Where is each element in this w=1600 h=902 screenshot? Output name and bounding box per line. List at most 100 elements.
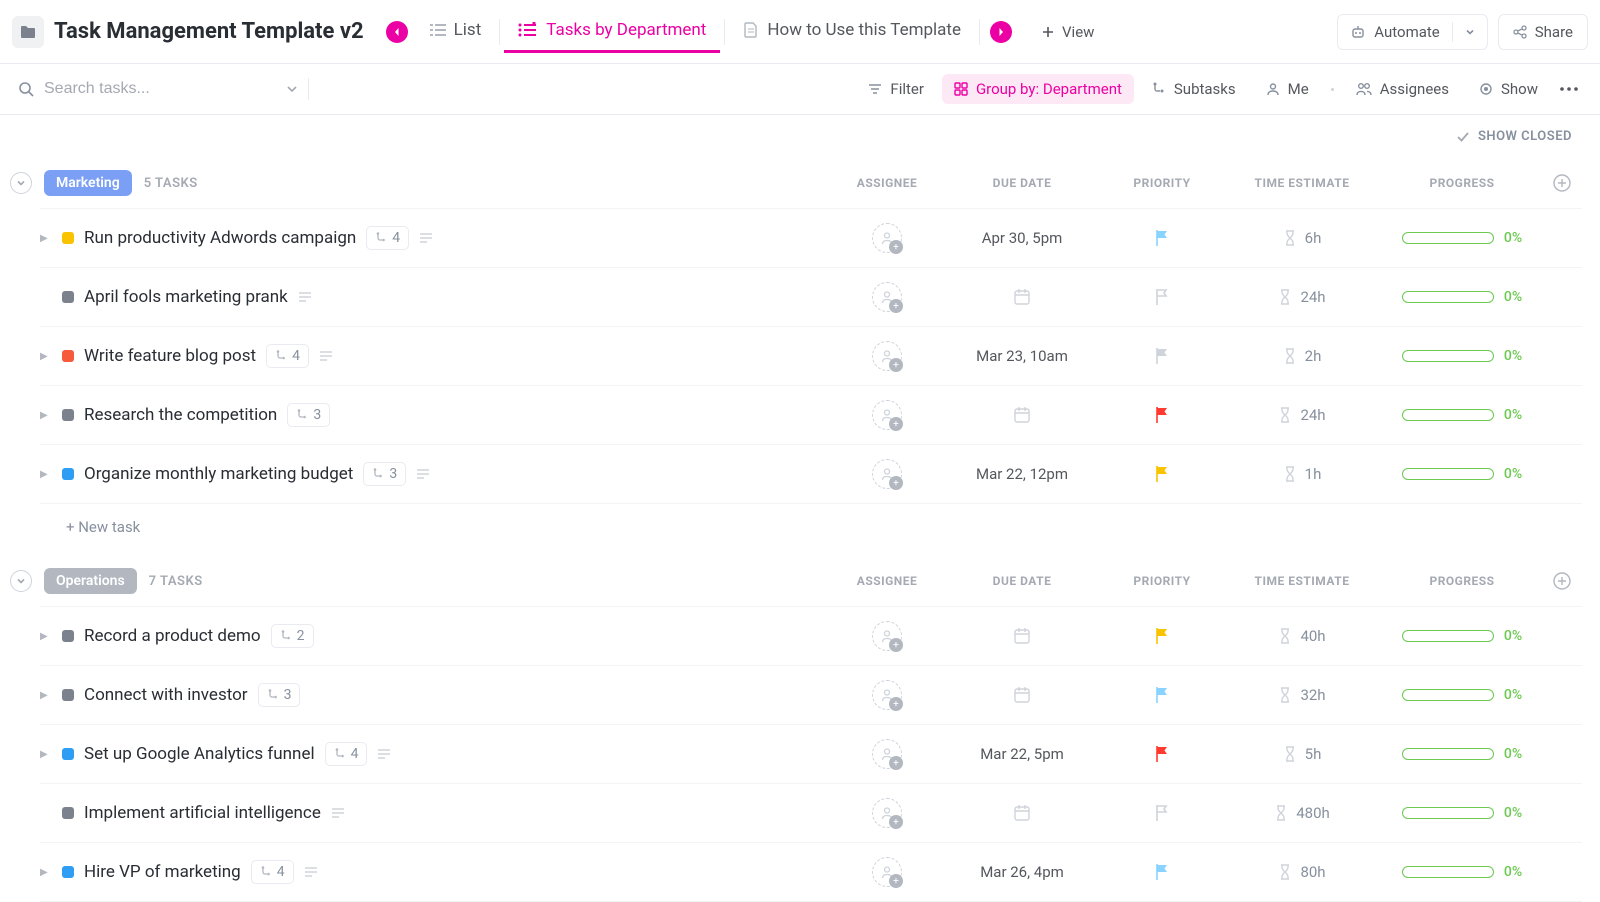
status-square[interactable] [62, 468, 74, 480]
status-square[interactable] [62, 291, 74, 303]
time-estimate[interactable]: 2h [1283, 347, 1322, 365]
task-row[interactable]: ▶ April fools marketing prank + [40, 268, 1582, 327]
me-button[interactable]: Me [1254, 74, 1321, 104]
priority-flag[interactable] [1154, 288, 1170, 306]
status-square[interactable] [62, 866, 74, 878]
priority-flag[interactable] [1154, 863, 1170, 881]
due-date-cell[interactable]: Mar 22, 12pm [942, 465, 1102, 483]
description-icon[interactable] [331, 807, 345, 819]
task-name[interactable]: April fools marketing prank [84, 287, 288, 307]
automate-button[interactable]: Automate [1337, 14, 1487, 50]
assign-user-button[interactable]: + [872, 739, 902, 769]
assign-user-button[interactable]: + [872, 223, 902, 253]
priority-flag[interactable] [1154, 465, 1170, 483]
description-icon[interactable] [304, 866, 318, 878]
expand-task-button[interactable]: ▶ [40, 749, 56, 760]
subtasks-chip[interactable]: 2 [271, 624, 314, 648]
task-row[interactable]: ▶ Hire VP of marketing 4 + Mar 26, 4pm [40, 843, 1582, 902]
task-row[interactable]: ▶ Connect with investor 3 + [40, 666, 1582, 725]
status-square[interactable] [62, 689, 74, 701]
task-name[interactable]: Write feature blog post [84, 346, 256, 366]
due-date-cell[interactable] [942, 804, 1102, 822]
group-name-badge[interactable]: Marketing [44, 170, 132, 196]
share-button[interactable]: Share [1498, 14, 1588, 50]
priority-flag[interactable] [1154, 347, 1170, 365]
progress-cell[interactable]: 0% [1402, 348, 1522, 364]
add-column-button[interactable] [1542, 174, 1582, 192]
more-button[interactable] [1556, 83, 1582, 95]
task-row[interactable]: ▶ Research the competition 3 + [40, 386, 1582, 445]
task-name[interactable]: Organize monthly marketing budget [84, 464, 353, 484]
due-date-cell[interactable]: Apr 30, 5pm [942, 229, 1102, 247]
add-column-button[interactable] [1542, 572, 1582, 590]
task-row[interactable]: ▶ Set up Google Analytics funnel 4 + Mar… [40, 725, 1582, 784]
col-assignee[interactable]: ASSIGNEE [832, 574, 942, 588]
progress-cell[interactable]: 0% [1402, 289, 1522, 305]
show-button[interactable]: Show [1467, 74, 1550, 104]
description-icon[interactable] [419, 232, 433, 244]
progress-cell[interactable]: 0% [1402, 230, 1522, 246]
folder-icon[interactable] [12, 16, 44, 48]
task-name[interactable]: Implement artificial intelligence [84, 803, 321, 823]
tab-list[interactable]: List [416, 10, 496, 53]
add-view-button[interactable]: View [1028, 15, 1108, 49]
col-assignee[interactable]: ASSIGNEE [832, 176, 942, 190]
subtasks-chip[interactable]: 3 [363, 462, 406, 486]
description-icon[interactable] [319, 350, 333, 362]
task-name[interactable]: Research the competition [84, 405, 277, 425]
col-priority[interactable]: PRIORITY [1102, 574, 1222, 588]
task-row[interactable]: ▶ Write feature blog post 4 + Mar 23, 10… [40, 327, 1582, 386]
assign-user-button[interactable]: + [872, 341, 902, 371]
time-estimate[interactable]: 80h [1278, 863, 1325, 881]
collapse-group-button[interactable] [10, 172, 32, 194]
progress-cell[interactable]: 0% [1402, 628, 1522, 644]
col-due-date[interactable]: DUE DATE [942, 176, 1102, 190]
status-square[interactable] [62, 630, 74, 642]
collapse-group-button[interactable] [10, 570, 32, 592]
expand-task-button[interactable]: ▶ [40, 233, 56, 244]
time-estimate[interactable]: 24h [1278, 406, 1325, 424]
due-date-cell[interactable]: Mar 22, 5pm [942, 745, 1102, 763]
status-square[interactable] [62, 232, 74, 244]
status-square[interactable] [62, 807, 74, 819]
task-name[interactable]: Run productivity Adwords campaign [84, 228, 356, 248]
status-square[interactable] [62, 409, 74, 421]
due-date-cell[interactable]: Mar 23, 10am [942, 347, 1102, 365]
time-estimate[interactable]: 40h [1278, 627, 1325, 645]
automate-main[interactable]: Automate [1338, 15, 1451, 49]
description-icon[interactable] [298, 291, 312, 303]
priority-flag[interactable] [1154, 686, 1170, 704]
task-name[interactable]: Connect with investor [84, 685, 248, 705]
subtasks-chip[interactable]: 4 [266, 344, 309, 368]
group-by-button[interactable]: Group by: Department [942, 74, 1134, 104]
col-due-date[interactable]: DUE DATE [942, 574, 1102, 588]
subtasks-button[interactable]: Subtasks [1140, 74, 1248, 104]
nav-next-button[interactable] [990, 21, 1012, 43]
subtasks-chip[interactable]: 4 [251, 860, 294, 884]
tab-tasks-by-department[interactable]: Tasks by Department [504, 10, 720, 53]
task-row[interactable]: ▶ Organize monthly marketing budget 3 + … [40, 445, 1582, 504]
time-estimate[interactable]: 1h [1283, 465, 1322, 483]
expand-task-button[interactable]: ▶ [40, 867, 56, 878]
progress-cell[interactable]: 0% [1402, 805, 1522, 821]
progress-cell[interactable]: 0% [1402, 864, 1522, 880]
assign-user-button[interactable]: + [872, 798, 902, 828]
task-name[interactable]: Set up Google Analytics funnel [84, 744, 315, 764]
priority-flag[interactable] [1154, 406, 1170, 424]
time-estimate[interactable]: 480h [1274, 804, 1330, 822]
expand-task-button[interactable]: ▶ [40, 690, 56, 701]
progress-cell[interactable]: 0% [1402, 466, 1522, 482]
assign-user-button[interactable]: + [872, 857, 902, 887]
tab-how-to-use[interactable]: How to Use this Template [729, 10, 975, 53]
col-time-estimate[interactable]: TIME ESTIMATE [1222, 574, 1382, 588]
due-date-cell[interactable] [942, 627, 1102, 645]
search-dropdown[interactable] [286, 83, 298, 95]
task-name[interactable]: Hire VP of marketing [84, 862, 241, 882]
progress-cell[interactable]: 0% [1402, 746, 1522, 762]
expand-task-button[interactable]: ▶ [40, 351, 56, 362]
time-estimate[interactable]: 5h [1283, 745, 1322, 763]
due-date-cell[interactable] [942, 686, 1102, 704]
due-date-cell[interactable] [942, 406, 1102, 424]
description-icon[interactable] [377, 748, 391, 760]
time-estimate[interactable]: 6h [1283, 229, 1322, 247]
